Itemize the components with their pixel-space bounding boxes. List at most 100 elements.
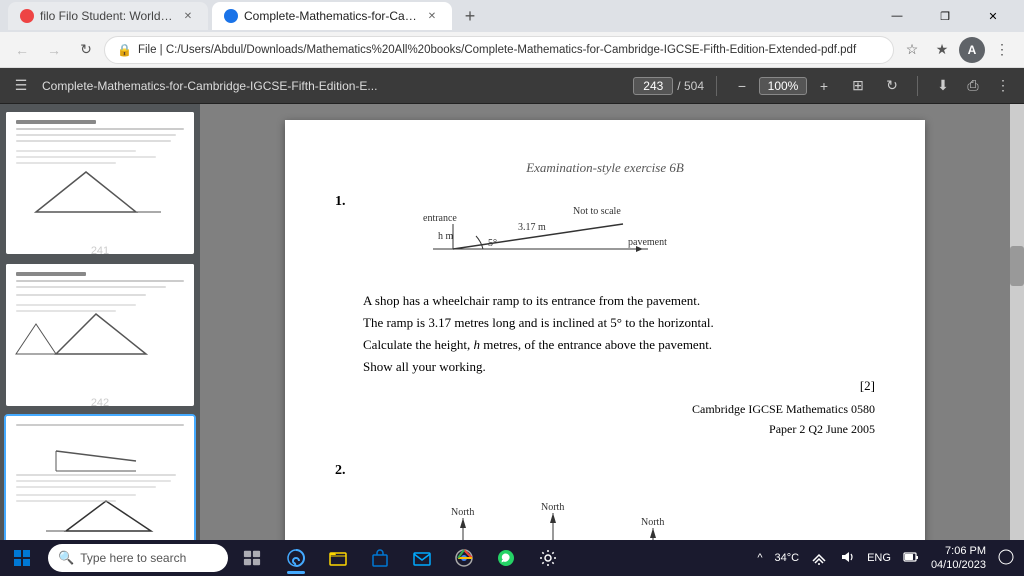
close-button[interactable]: ✕ [970,0,1016,32]
q1-citation1: Cambridge IGCSE Mathematics 0580 [692,402,875,416]
language-text: ENG [867,552,891,564]
search-placeholder: Type here to search [80,551,186,565]
fit-page-button[interactable]: ⊞ [845,73,871,99]
pdf-more-button[interactable]: ⋮ [990,73,1016,99]
taskbar-mail[interactable] [402,540,442,576]
start-button[interactable] [0,540,44,576]
q1-text3: Calculate the height, h metres, of the e… [363,334,875,356]
taskbar-explorer[interactable] [318,540,358,576]
pdf-sidebar: 241 242 [0,104,200,576]
zoom-out-button[interactable]: − [729,73,755,99]
svg-text:entrance: entrance [423,213,457,224]
print-button[interactable]: ⎙ [960,73,986,99]
tray-network[interactable] [807,549,831,568]
window-controls: — ❐ ✕ [874,0,1016,32]
svg-text:pavement: pavement [628,237,667,248]
thumbnail-241[interactable]: 241 [6,112,194,254]
address-text: File | C:/Users/Abdul/Downloads/Mathemat… [138,44,881,56]
thumbnail-243[interactable]: 243 [6,416,194,558]
q1-text4: Show all your working. [363,356,875,378]
more-icon[interactable]: ⋮ [988,36,1016,64]
q1-diagram: 5° entrance h m 3.17 m pavement [363,194,875,278]
tab-close-2[interactable]: ✕ [424,8,440,24]
q1-marks: [2] [860,378,875,394]
pdf-toolbar-left: ☰ [8,73,34,99]
pdf-page-input[interactable] [633,77,673,95]
pdf-title: Complete-Mathematics-for-Cambridge-IGCSE… [42,79,625,93]
extension-icon[interactable]: ★ [928,36,956,64]
q1-citation: Cambridge IGCSE Mathematics 0580 Paper 2… [363,400,875,438]
reload-button[interactable]: ↻ [72,36,100,64]
svg-text:Not to scale: Not to scale [573,206,621,217]
pdf-page: Examination-style exercise 6B 1. [285,120,925,576]
svg-text:North: North [451,507,474,518]
taskbar-whatsapp[interactable] [486,540,526,576]
address-input[interactable]: 🔒 File | C:/Users/Abdul/Downloads/Mathem… [104,36,894,64]
pdf-page-info: / 504 [633,77,704,95]
rotate-button[interactable]: ↻ [879,73,905,99]
right-scrollbar[interactable] [1010,104,1024,576]
download-button[interactable]: ⬇ [930,73,956,99]
pdf-separator-2 [917,76,918,96]
taskbar-apps [276,540,568,576]
pdf-wrapper: 241 242 [0,104,1024,576]
pdf-toolbar-right: ⬇ ⎙ ⋮ [930,73,1016,99]
svg-text:North: North [641,517,664,528]
tab-label-2: Complete-Mathematics-for-Cam... [244,9,418,23]
tray-notification[interactable] [994,549,1018,568]
title-bar: filo Filo Student: World's Only L... ✕ C… [0,0,1024,32]
taskbar-store[interactable] [360,540,400,576]
avatar: A [959,37,985,63]
taskbar-chrome[interactable] [444,540,484,576]
svg-text:3.17 m: 3.17 m [518,222,546,233]
restore-button[interactable]: ❐ [922,0,968,32]
pdf-main[interactable]: Examination-style exercise 6B 1. [200,104,1010,576]
thumb-label-241: 241 [6,242,194,254]
thumb-img-242 [6,264,194,394]
file-icon: 🔒 [117,43,132,57]
search-icon: 🔍 [58,550,74,566]
star-icon[interactable]: ☆ [898,36,926,64]
thumb-img-243 [6,416,194,546]
taskbar-settings[interactable] [528,540,568,576]
tab-label-1: filo Filo Student: World's Only L... [40,9,174,23]
task-view-button[interactable] [232,540,272,576]
svg-text:h m: h m [438,231,454,242]
thumb-label-242: 242 [6,394,194,406]
profile-icon[interactable]: A [958,36,986,64]
q1-text1: A shop has a wheelchair ramp to its entr… [363,290,875,312]
taskbar-search[interactable]: 🔍 Type here to search [48,544,228,572]
zoom-in-button[interactable]: + [811,73,837,99]
pdf-zoom: − + [729,73,837,99]
pdf-page-separator: / 504 [677,79,704,93]
q1-number: 1. [335,194,355,439]
browser-toolbar: ☆ ★ A ⋮ [898,36,1016,64]
back-button[interactable]: ← [8,36,36,64]
taskbar-edge[interactable] [276,540,316,576]
svg-text:North: North [541,502,564,513]
svg-text:5°: 5° [488,238,497,249]
tab-close-1[interactable]: ✕ [180,8,196,24]
tray-lang[interactable]: ENG [863,552,895,564]
clock-time: 7:06 PM [945,544,986,558]
right-scrollbar-thumb[interactable] [1010,246,1024,286]
system-clock[interactable]: 7:06 PM 04/10/2023 [927,544,990,573]
page-header: Examination-style exercise 6B [335,160,875,176]
tab-inactive-1[interactable]: filo Filo Student: World's Only L... ✕ [8,2,208,30]
tray-expand[interactable]: ^ [753,552,766,564]
question-1: 1. [335,194,875,439]
new-tab-button[interactable]: + [456,2,484,30]
tray-battery[interactable] [899,549,923,568]
forward-button[interactable]: → [40,36,68,64]
pdf-toolbar: ☰ Complete-Mathematics-for-Cambridge-IGC… [0,68,1024,104]
zoom-input[interactable] [759,77,807,95]
tab-favicon-1 [20,9,34,23]
tab-active-2[interactable]: Complete-Mathematics-for-Cam... ✕ [212,2,452,30]
tray-speaker[interactable] [835,549,859,568]
tab-favicon-2 [224,9,238,23]
address-bar: ← → ↻ 🔒 File | C:/Users/Abdul/Downloads/… [0,32,1024,68]
thumbnail-242[interactable]: 242 [6,264,194,406]
pdf-menu-button[interactable]: ☰ [8,73,34,99]
minimize-button[interactable]: — [874,0,920,32]
taskbar: 🔍 Type here to search [0,540,1024,576]
